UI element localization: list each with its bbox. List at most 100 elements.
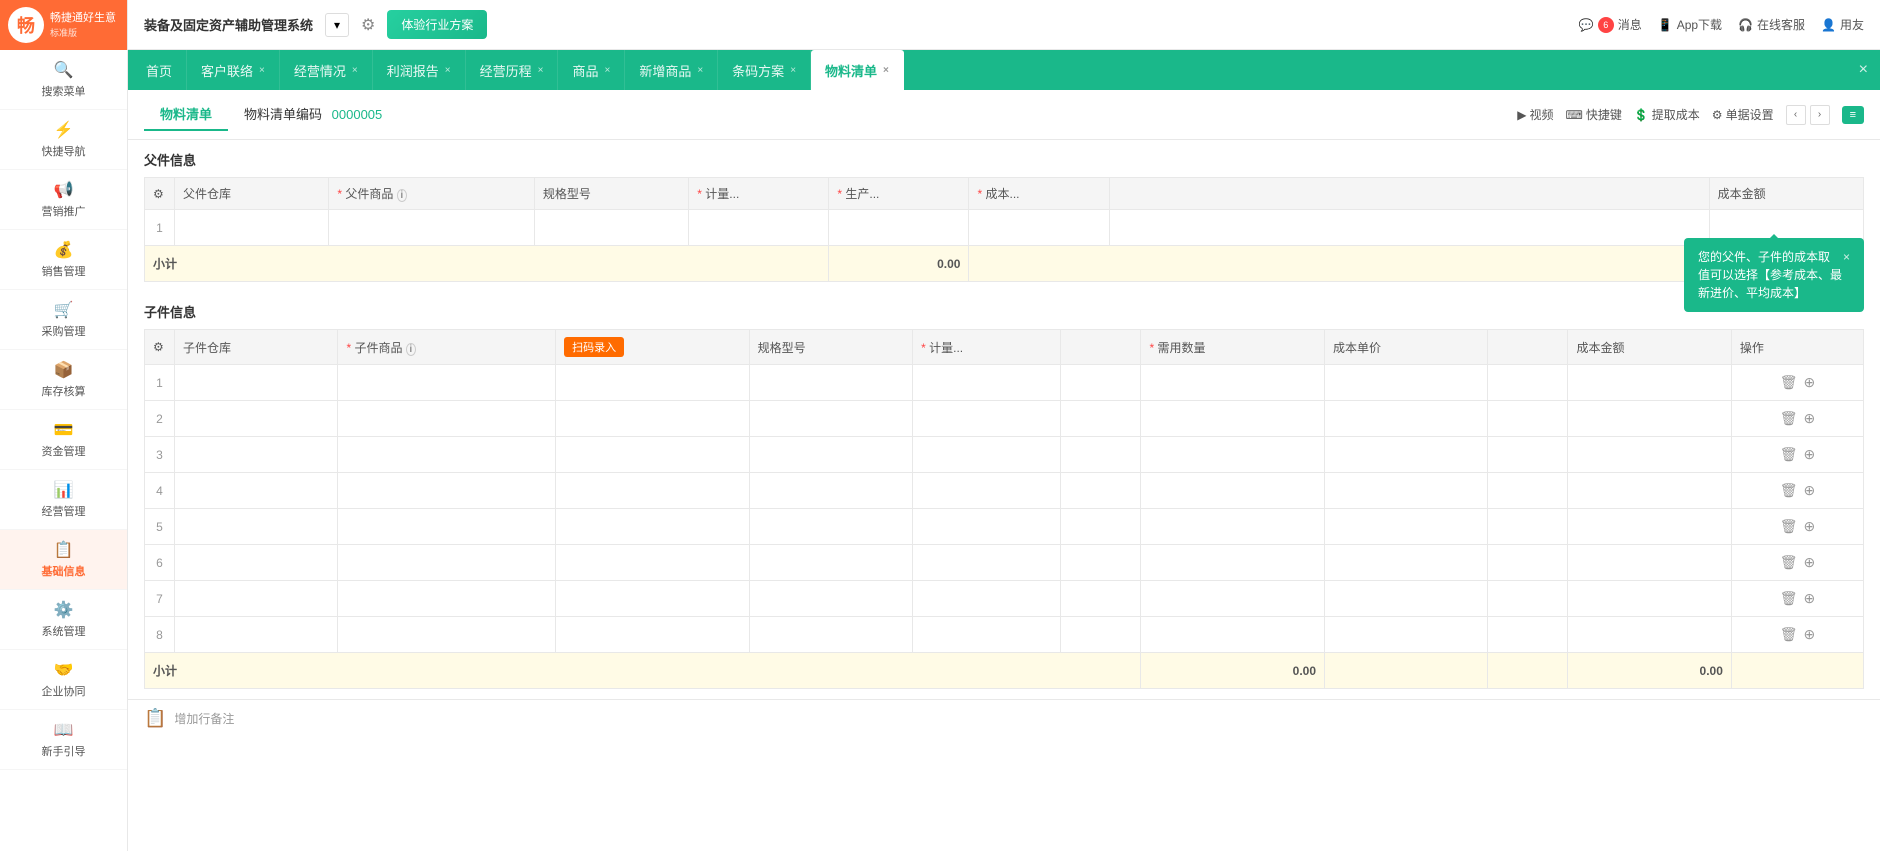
child-goods-info-icon[interactable]: i bbox=[406, 343, 416, 356]
tab-profit-close[interactable]: × bbox=[445, 65, 451, 76]
copy-icon-row-6[interactable]: ⊕ bbox=[1803, 554, 1815, 571]
dropdown-button[interactable]: ▾ bbox=[325, 13, 349, 37]
parent-row-1-unit[interactable] bbox=[689, 210, 829, 246]
tab-bom-close[interactable]: × bbox=[883, 65, 889, 76]
sidebar-item-guide[interactable]: 📖 新手引导 bbox=[0, 710, 127, 770]
sidebar-item-enterprise[interactable]: 🤝 企业协同 bbox=[0, 650, 127, 710]
sub-tab-bom-list[interactable]: 物料清单 bbox=[144, 98, 228, 131]
delete-icon-row-6[interactable]: 🗑 bbox=[1780, 554, 1798, 571]
child-row-4-goods[interactable] bbox=[338, 473, 556, 509]
child-row-5-spec[interactable] bbox=[749, 509, 912, 545]
delete-icon-row-3[interactable]: 🗑 bbox=[1780, 446, 1798, 463]
child-row-6-spec[interactable] bbox=[749, 545, 912, 581]
scan-input-button[interactable]: 扫码录入 bbox=[564, 337, 624, 357]
child-row-1-spec[interactable] bbox=[749, 365, 912, 401]
child-row-6-unit[interactable] bbox=[913, 545, 1061, 581]
tab-ops-history-close[interactable]: × bbox=[538, 65, 544, 76]
child-row-5-goods[interactable] bbox=[338, 509, 556, 545]
sidebar-item-finance[interactable]: 💳 资金管理 bbox=[0, 410, 127, 470]
tab-barcode[interactable]: 条码方案 × bbox=[718, 50, 811, 90]
parent-row-1-cost[interactable] bbox=[969, 210, 1109, 246]
delete-icon-row-1[interactable]: 🗑 bbox=[1780, 374, 1798, 391]
child-row-1-qty[interactable] bbox=[1141, 365, 1325, 401]
next-arrow[interactable]: › bbox=[1810, 105, 1830, 125]
parent-col-settings[interactable]: ⚙ bbox=[145, 178, 175, 210]
tab-ops-history[interactable]: 经营历程 × bbox=[466, 50, 559, 90]
child-row-4-qty[interactable] bbox=[1141, 473, 1325, 509]
child-row-1-unit[interactable] bbox=[913, 365, 1061, 401]
child-row-6-qty[interactable] bbox=[1141, 545, 1325, 581]
tab-home[interactable]: 首页 bbox=[132, 50, 187, 90]
close-all-tabs[interactable]: × bbox=[1851, 61, 1876, 79]
child-col-settings[interactable]: ⚙ bbox=[145, 330, 175, 365]
extract-cost-action[interactable]: 💲 提取成本 bbox=[1634, 106, 1700, 123]
message-button[interactable]: 💬 6 消息 bbox=[1579, 16, 1642, 33]
sidebar-item-basic-info[interactable]: 📋 基础信息 bbox=[0, 530, 127, 590]
child-row-2-spec[interactable] bbox=[749, 401, 912, 437]
child-row-8-qty[interactable] bbox=[1141, 617, 1325, 653]
parent-row-1-goods[interactable] bbox=[329, 210, 535, 246]
view-action[interactable]: ▶ 视频 bbox=[1517, 106, 1553, 123]
copy-icon-row-3[interactable]: ⊕ bbox=[1803, 446, 1815, 463]
child-row-2-warehouse[interactable] bbox=[175, 401, 338, 437]
sidebar-item-inventory[interactable]: 📦 库存核算 bbox=[0, 350, 127, 410]
delete-icon-row-8[interactable]: 🗑 bbox=[1780, 626, 1798, 643]
child-row-3-unit[interactable] bbox=[913, 437, 1061, 473]
shortcut-action[interactable]: ⌨ 快捷键 bbox=[1565, 106, 1621, 123]
child-row-3-goods[interactable] bbox=[338, 437, 556, 473]
child-row-6-warehouse[interactable] bbox=[175, 545, 338, 581]
tab-new-goods[interactable]: 新增商品 × bbox=[625, 50, 718, 90]
child-row-8-warehouse[interactable] bbox=[175, 617, 338, 653]
copy-icon-row-1[interactable]: ⊕ bbox=[1803, 374, 1815, 391]
app-download-button[interactable]: 📱 App下载 bbox=[1658, 16, 1722, 33]
child-row-3-qty[interactable] bbox=[1141, 437, 1325, 473]
sidebar-item-marketing[interactable]: 📢 营销推广 bbox=[0, 170, 127, 230]
copy-icon-row-5[interactable]: ⊕ bbox=[1803, 518, 1815, 535]
child-row-7-qty[interactable] bbox=[1141, 581, 1325, 617]
child-row-6-goods[interactable] bbox=[338, 545, 556, 581]
tab-operations-stat-close[interactable]: × bbox=[352, 65, 358, 76]
sidebar-item-operations[interactable]: 📊 经营管理 bbox=[0, 470, 127, 530]
child-row-8-goods[interactable] bbox=[338, 617, 556, 653]
prev-arrow[interactable]: ‹ bbox=[1786, 105, 1806, 125]
tab-new-goods-close[interactable]: × bbox=[697, 65, 703, 76]
tab-customer-close[interactable]: × bbox=[259, 65, 265, 76]
delete-icon-row-5[interactable]: 🗑 bbox=[1780, 518, 1798, 535]
tab-bom[interactable]: 物料清单 × bbox=[811, 50, 904, 90]
child-row-2-goods[interactable] bbox=[338, 401, 556, 437]
child-row-1-warehouse[interactable] bbox=[175, 365, 338, 401]
child-row-5-unit[interactable] bbox=[913, 509, 1061, 545]
copy-icon-row-2[interactable]: ⊕ bbox=[1803, 410, 1815, 427]
child-row-7-unit-cost[interactable] bbox=[1325, 581, 1488, 617]
sidebar-item-system[interactable]: ⚙️ 系统管理 bbox=[0, 590, 127, 650]
child-row-4-spec[interactable] bbox=[749, 473, 912, 509]
goods-info-icon[interactable]: i bbox=[397, 189, 407, 202]
tooltip-close[interactable]: × bbox=[1843, 248, 1850, 266]
child-row-2-unit[interactable] bbox=[913, 401, 1061, 437]
child-row-5-unit-cost[interactable] bbox=[1325, 509, 1488, 545]
tab-operations-stat[interactable]: 经营情况 × bbox=[280, 50, 373, 90]
grid-view-button[interactable]: ≡ bbox=[1842, 106, 1864, 124]
copy-icon-row-4[interactable]: ⊕ bbox=[1803, 482, 1815, 499]
child-row-8-spec[interactable] bbox=[749, 617, 912, 653]
delete-icon-row-7[interactable]: 🗑 bbox=[1780, 590, 1798, 607]
parent-row-1-warehouse[interactable] bbox=[175, 210, 329, 246]
child-row-5-qty[interactable] bbox=[1141, 509, 1325, 545]
sidebar-item-search[interactable]: 🔍 搜索菜单 bbox=[0, 50, 127, 110]
child-row-7-spec[interactable] bbox=[749, 581, 912, 617]
child-row-8-unit-cost[interactable] bbox=[1325, 617, 1488, 653]
single-settings-action[interactable]: ⚙ 单据设置 bbox=[1712, 106, 1774, 123]
child-row-6-unit-cost[interactable] bbox=[1325, 545, 1488, 581]
trial-button[interactable]: 体验行业方案 bbox=[387, 10, 487, 39]
child-row-7-warehouse[interactable] bbox=[175, 581, 338, 617]
tab-barcode-close[interactable]: × bbox=[790, 65, 796, 76]
child-row-2-qty[interactable] bbox=[1141, 401, 1325, 437]
child-row-3-unit-cost[interactable] bbox=[1325, 437, 1488, 473]
tab-goods-close[interactable]: × bbox=[604, 65, 610, 76]
copy-icon-row-8[interactable]: ⊕ bbox=[1803, 626, 1815, 643]
parent-row-1-production[interactable] bbox=[829, 210, 969, 246]
copy-icon-row-7[interactable]: ⊕ bbox=[1803, 590, 1815, 607]
child-row-1-unit-cost[interactable] bbox=[1325, 365, 1488, 401]
delete-icon-row-2[interactable]: 🗑 bbox=[1780, 410, 1798, 427]
settings-icon[interactable]: ⚙ bbox=[361, 15, 375, 35]
